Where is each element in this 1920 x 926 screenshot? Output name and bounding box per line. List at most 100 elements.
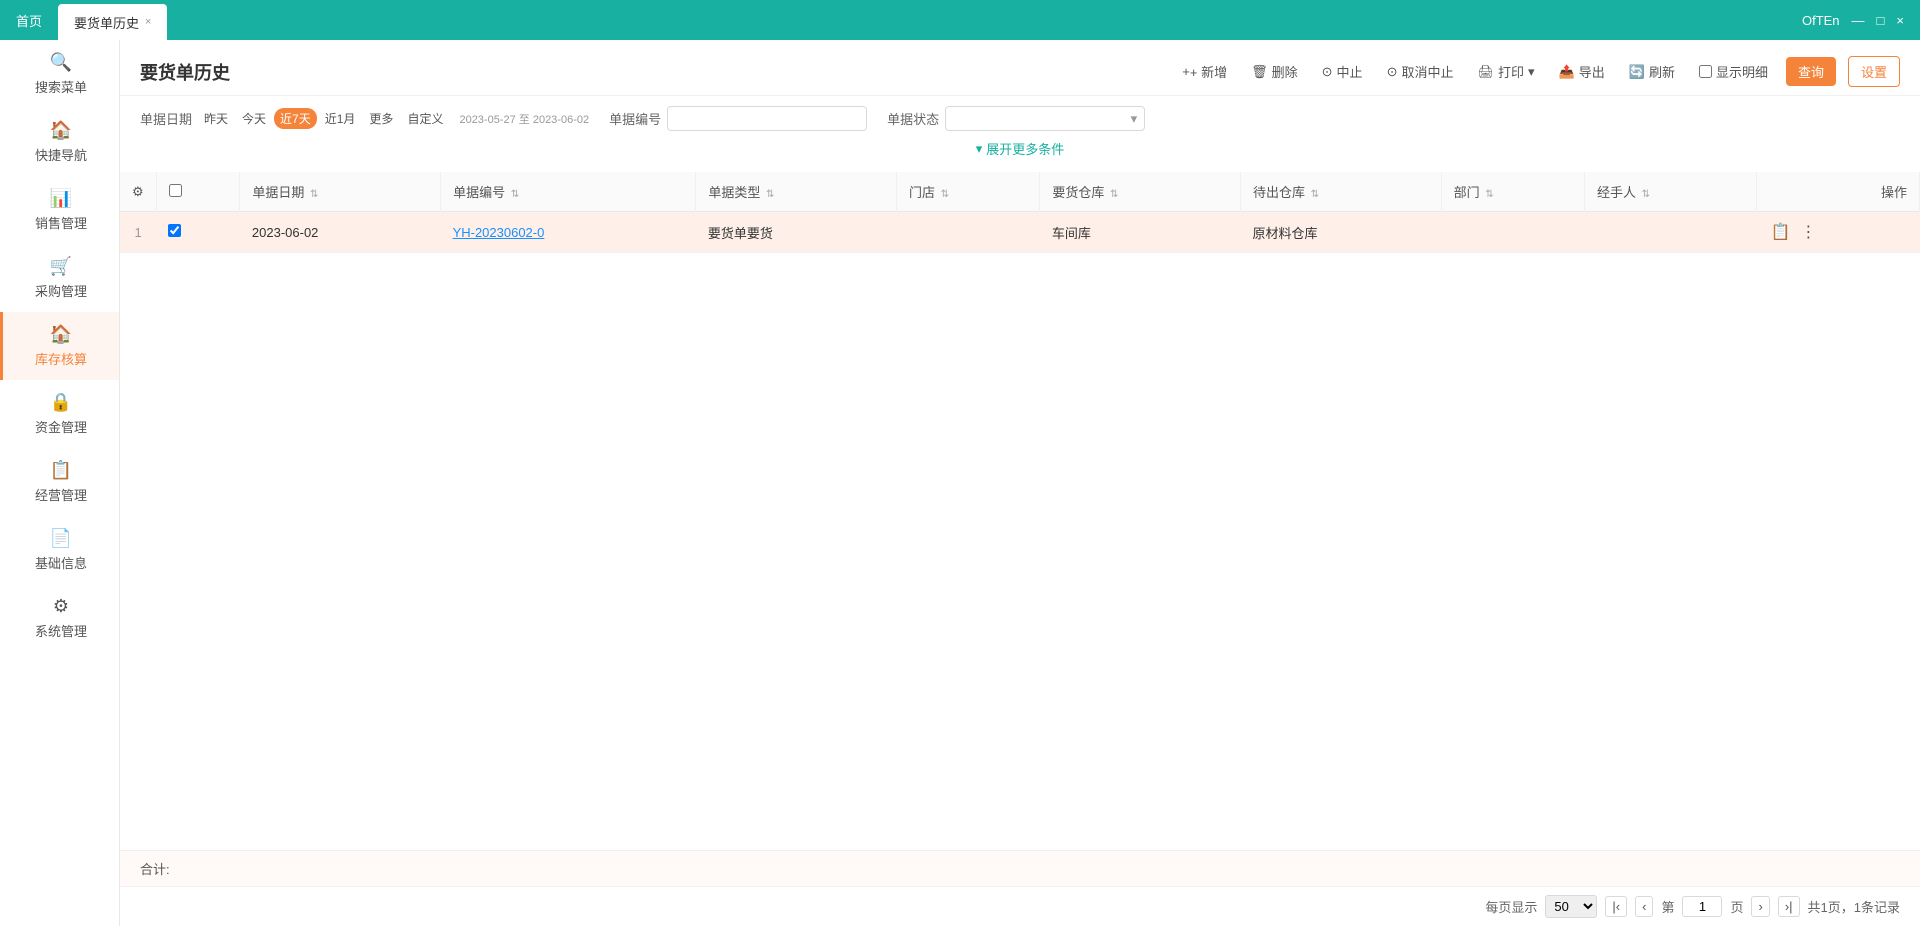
system-icon: ⚙ bbox=[53, 596, 69, 617]
window-close-icon[interactable]: × bbox=[1896, 13, 1904, 28]
new-button[interactable]: + + 新增 bbox=[1176, 58, 1233, 85]
col-department[interactable]: 部门 ⇅ bbox=[1441, 172, 1584, 212]
table-row[interactable]: 1 2023-06-02 YH-20230602-0 要货单要货 车间库 原材料… bbox=[120, 212, 1920, 253]
sidebar-item-search-menu[interactable]: 🔍 搜索菜单 bbox=[0, 40, 119, 108]
refresh-button[interactable]: 🔄 刷新 bbox=[1623, 58, 1681, 85]
row-action-buttons: 📋 ⋮ bbox=[1768, 220, 1907, 244]
table-settings-icon[interactable]: ⚙ bbox=[132, 184, 144, 199]
date-filter-group: 单据日期 昨天 今天 近7天 近1月 更多 自定义 2023-05-27 至 2… bbox=[140, 108, 589, 129]
sidebar-item-label: 销售管理 bbox=[35, 213, 87, 232]
row-checkbox[interactable] bbox=[168, 224, 181, 237]
last-page-button[interactable]: ›| bbox=[1778, 896, 1800, 917]
col-checkbox bbox=[156, 172, 240, 212]
sort-handler-icon: ⇅ bbox=[1642, 189, 1650, 200]
date-btn-today[interactable]: 今天 bbox=[236, 108, 272, 129]
sidebar-item-purchase-mgmt[interactable]: 🛒 采购管理 bbox=[0, 244, 119, 312]
row-index: 1 bbox=[120, 212, 156, 253]
col-department-label: 部门 bbox=[1454, 185, 1480, 200]
col-req-warehouse[interactable]: 要货仓库 ⇅ bbox=[1040, 172, 1241, 212]
stop-button[interactable]: ⊙ 中止 bbox=[1316, 58, 1369, 85]
expand-more-btn[interactable]: ▾ 展开更多条件 bbox=[140, 139, 1900, 158]
table-header: ⚙ 单据日期 ⇅ 单据编号 ⇅ bbox=[120, 172, 1920, 212]
select-all-checkbox[interactable] bbox=[169, 184, 182, 197]
doc-no-link[interactable]: YH-20230602-0 bbox=[453, 225, 545, 240]
date-btn-7days[interactable]: 近7天 bbox=[274, 108, 317, 129]
status-select[interactable] bbox=[945, 106, 1145, 131]
sidebar-item-operations-mgmt[interactable]: 📋 经营管理 bbox=[0, 448, 119, 516]
filter-area: 单据日期 昨天 今天 近7天 近1月 更多 自定义 2023-05-27 至 2… bbox=[120, 96, 1920, 172]
col-doc-date[interactable]: 单据日期 ⇅ bbox=[240, 172, 441, 212]
sort-pending-warehouse-icon: ⇅ bbox=[1311, 189, 1319, 200]
settings-button[interactable]: 设置 bbox=[1848, 56, 1900, 87]
export-icon: 📤 bbox=[1559, 64, 1575, 80]
sidebar-item-label: 系统管理 bbox=[35, 621, 87, 640]
print-dropdown-icon: ▾ bbox=[1528, 64, 1535, 80]
date-btn-yesterday[interactable]: 昨天 bbox=[198, 108, 234, 129]
first-page-button[interactable]: |‹ bbox=[1605, 896, 1627, 917]
col-doc-no[interactable]: 单据编号 ⇅ bbox=[441, 172, 696, 212]
search-menu-icon: 🔍 bbox=[50, 52, 72, 73]
status-filter-label: 单据状态 bbox=[887, 109, 939, 128]
topbar-right: OfTEn — □ × bbox=[1802, 13, 1920, 28]
topbar: 首页 要货单历史 × OfTEn — □ × bbox=[0, 0, 1920, 40]
col-doc-type-label: 单据类型 bbox=[708, 185, 760, 200]
per-page-label: 每页显示 bbox=[1485, 897, 1537, 916]
export-button[interactable]: 📤 导出 bbox=[1553, 58, 1611, 85]
sidebar-item-finance-mgmt[interactable]: 🔒 资金管理 bbox=[0, 380, 119, 448]
sidebar-item-label: 经营管理 bbox=[35, 485, 87, 504]
sort-doc-date-icon: ⇅ bbox=[310, 189, 318, 200]
show-detail-toggle[interactable]: 显示明细 bbox=[1693, 58, 1774, 85]
date-filter-label: 单据日期 bbox=[140, 109, 192, 128]
sidebar-item-label: 库存核算 bbox=[35, 349, 87, 368]
minimize-icon[interactable]: — bbox=[1852, 13, 1865, 28]
col-store[interactable]: 门店 ⇅ bbox=[896, 172, 1039, 212]
delete-button[interactable]: 🗑 删除 bbox=[1245, 58, 1304, 85]
basic-info-icon: 📄 bbox=[50, 528, 72, 549]
often-label[interactable]: OfTEn bbox=[1802, 13, 1840, 28]
prev-page-button[interactable]: ‹ bbox=[1635, 896, 1653, 917]
expand-label: 展开更多条件 bbox=[986, 139, 1064, 158]
col-pending-warehouse[interactable]: 待出仓库 ⇅ bbox=[1240, 172, 1441, 212]
summary-label: 合计: bbox=[140, 859, 170, 878]
row-edit-button[interactable]: 📋 bbox=[1768, 220, 1792, 244]
row-actions-cell: 📋 ⋮ bbox=[1756, 212, 1919, 253]
col-doc-type[interactable]: 单据类型 ⇅ bbox=[696, 172, 897, 212]
sidebar-item-basic-info[interactable]: 📄 基础信息 bbox=[0, 516, 119, 584]
date-btn-custom[interactable]: 自定义 bbox=[401, 108, 449, 129]
sidebar-item-quick-nav[interactable]: 🏠 快捷导航 bbox=[0, 108, 119, 176]
row-doc-no[interactable]: YH-20230602-0 bbox=[441, 212, 696, 253]
new-icon: + bbox=[1182, 64, 1190, 79]
cancel-stop-button[interactable]: ⊙ 取消中止 bbox=[1381, 58, 1460, 85]
col-pending-warehouse-label: 待出仓库 bbox=[1253, 185, 1305, 200]
sidebar-item-label: 搜索菜单 bbox=[35, 77, 87, 96]
date-btn-1month[interactable]: 近1月 bbox=[319, 108, 362, 129]
show-detail-checkbox[interactable] bbox=[1699, 65, 1712, 78]
query-button[interactable]: 查询 bbox=[1786, 57, 1836, 86]
maximize-icon[interactable]: □ bbox=[1877, 13, 1885, 28]
tab-active[interactable]: 要货单历史 × bbox=[58, 4, 167, 40]
active-tab-label: 要货单历史 bbox=[74, 13, 139, 32]
next-page-button[interactable]: › bbox=[1751, 896, 1769, 917]
docno-input[interactable] bbox=[667, 106, 867, 131]
sidebar-item-system-mgmt[interactable]: ⚙ 系统管理 bbox=[0, 584, 119, 652]
col-handler-label: 经手人 bbox=[1597, 185, 1636, 200]
sidebar-item-label: 资金管理 bbox=[35, 417, 87, 436]
row-more-button[interactable]: ⋮ bbox=[1798, 220, 1818, 244]
col-actions-label: 操作 bbox=[1881, 185, 1907, 200]
pagination: 每页显示 20 50 100 |‹ ‹ 第 页 › ›| 共1页，1条记录 bbox=[120, 886, 1920, 926]
sidebar-item-inventory[interactable]: 🏠 库存核算 bbox=[0, 312, 119, 380]
row-doc-type: 要货单要货 bbox=[696, 212, 897, 253]
col-handler[interactable]: 经手人 ⇅ bbox=[1584, 172, 1756, 212]
print-button[interactable]: 🖨 打印 ▾ bbox=[1471, 58, 1540, 85]
page-input[interactable] bbox=[1682, 896, 1722, 917]
sort-department-icon: ⇅ bbox=[1485, 189, 1493, 200]
row-checkbox-cell bbox=[156, 212, 240, 253]
sidebar-item-sales-mgmt[interactable]: 📊 销售管理 bbox=[0, 176, 119, 244]
page-suffix: 页 bbox=[1730, 897, 1743, 916]
date-btn-more[interactable]: 更多 bbox=[363, 108, 399, 129]
per-page-select[interactable]: 20 50 100 bbox=[1545, 895, 1597, 918]
row-doc-date: 2023-06-02 bbox=[240, 212, 441, 253]
tab-home[interactable]: 首页 bbox=[0, 0, 58, 40]
print-icon: 🖨 bbox=[1477, 64, 1494, 80]
close-tab-icon[interactable]: × bbox=[145, 16, 151, 28]
